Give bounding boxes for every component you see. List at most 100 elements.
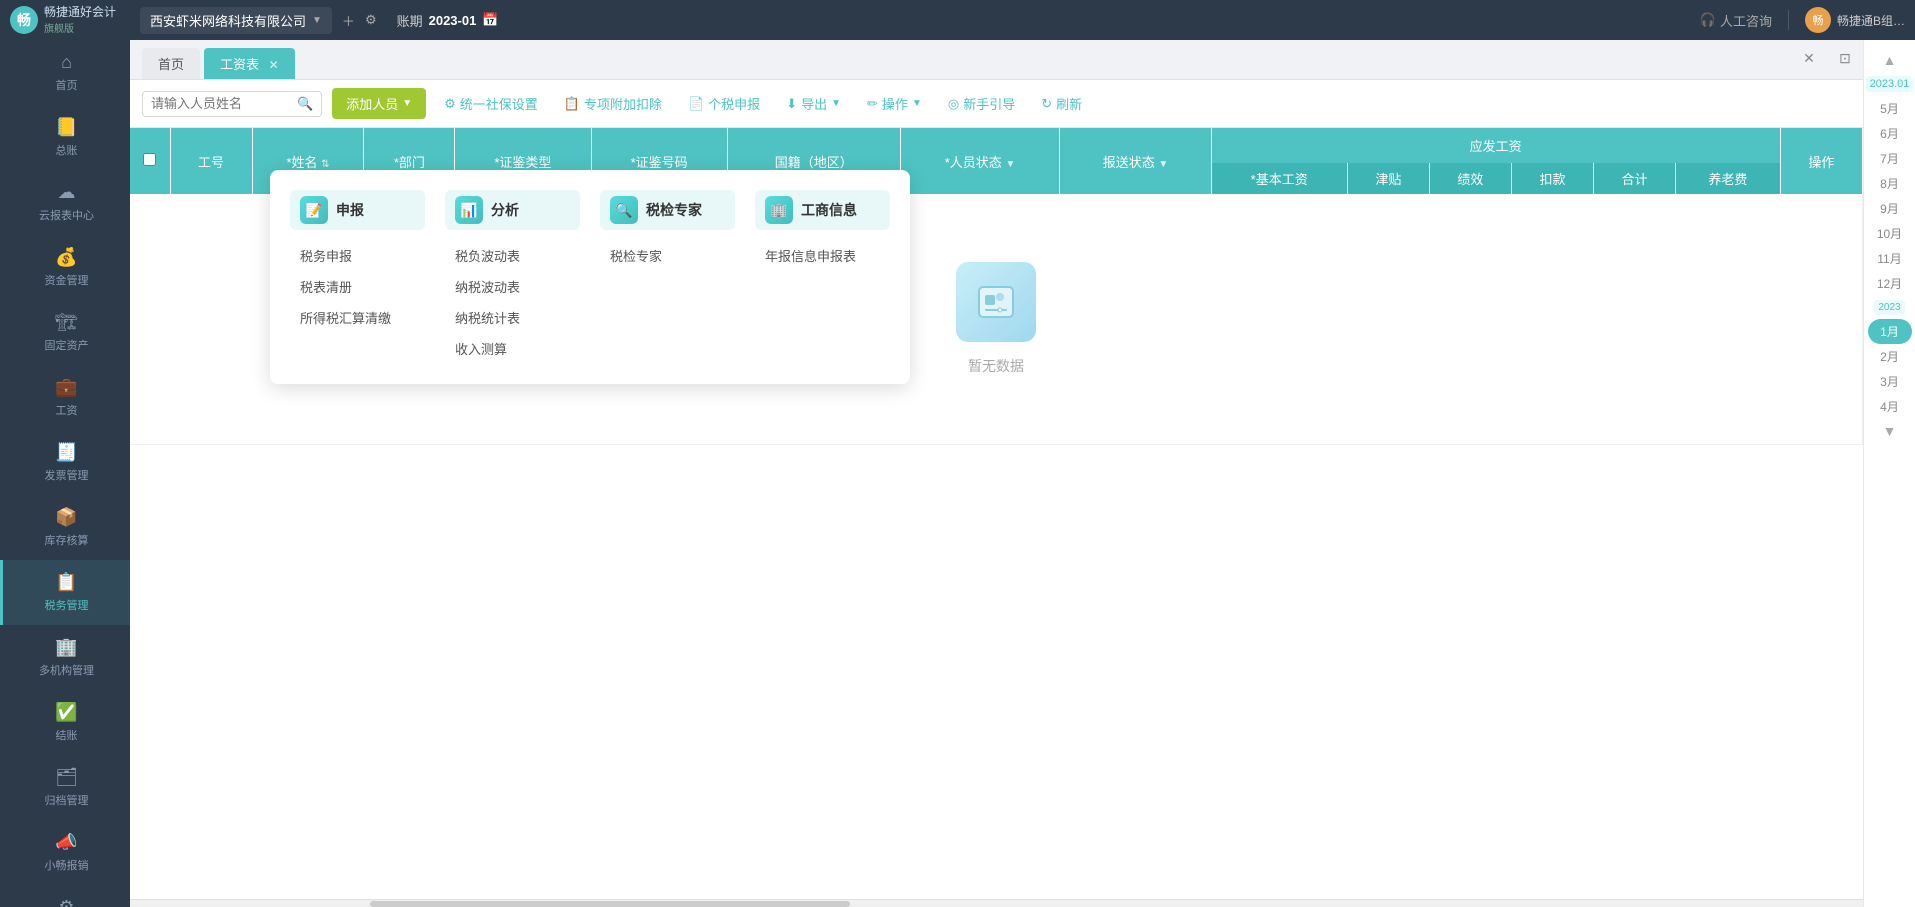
section-title-analysis: 📊 分析 — [445, 190, 580, 230]
refresh-btn[interactable]: ↻ 刷新 — [1033, 90, 1090, 117]
analysis-icon: 📊 — [455, 196, 483, 224]
empty-text: 暂无数据 — [968, 356, 1024, 376]
th-operate: 操作 — [1780, 128, 1862, 194]
ledger-icon: 📒 — [55, 117, 77, 138]
section-title-business-info: 🏢 工商信息 — [755, 190, 890, 230]
section-title-tax-expert: 🔍 税检专家 — [600, 190, 735, 230]
tab-close-icon[interactable]: ✕ — [269, 58, 279, 72]
sidebar-item-invoice[interactable]: 🧾 发票管理 — [0, 430, 130, 495]
operate-btn[interactable]: ✏ 操作 ▼ — [859, 90, 930, 117]
operate-icon: ✏ — [867, 96, 878, 112]
close-button[interactable]: ✕ — [1791, 40, 1827, 76]
sidebar-item-archive[interactable]: 🗂 归档管理 — [0, 755, 130, 820]
period-label: 账期 — [397, 11, 423, 30]
th-status: *人员状态 ▼ — [900, 128, 1060, 194]
sidebar-item-inventory[interactable]: 📦 库存核算 — [0, 495, 130, 560]
sidebar-item-home[interactable]: ⌂ 首页 — [0, 40, 130, 105]
tab-home[interactable]: 首页 — [142, 48, 200, 79]
menu-item-tax-statistics[interactable]: 纳税统计表 — [445, 302, 580, 333]
guide-icon: ◎ — [948, 96, 959, 112]
dropdown-section-analysis: 📊 分析 税负波动表 纳税波动表 纳税统计表 收入测算 — [445, 190, 580, 364]
app-sub: 旗舰版 — [44, 20, 116, 35]
sidebar-item-fund[interactable]: 💰 资金管理 — [0, 235, 130, 300]
tax-icon: 📋 — [55, 572, 77, 593]
sidebar-item-tax[interactable]: 📋 税务管理 — [0, 560, 130, 625]
support-btn[interactable]: 🎧 人工咨询 — [1700, 11, 1772, 30]
timeline-month-12[interactable]: 12月 — [1868, 271, 1912, 296]
sidebar-item-fixed-asset[interactable]: 🏗 固定资产 — [0, 300, 130, 365]
scrollbar-thumb — [370, 901, 850, 907]
sidebar-item-basic[interactable]: ⚙ 基础设置 — [0, 885, 130, 907]
export-btn[interactable]: ⬇ 导出 ▼ — [778, 90, 849, 117]
sidebar-item-multi-org[interactable]: 🏢 多机构管理 — [0, 625, 130, 690]
th-allowance: 津贴 — [1347, 163, 1429, 194]
menu-item-income-tax-settle[interactable]: 所得税汇算清缴 — [290, 302, 425, 333]
special-deduction-btn[interactable]: 📋 专项附加扣除 — [556, 90, 670, 117]
sidebar-label-ledger: 总账 — [56, 142, 78, 158]
status-filter-icon[interactable]: ▼ — [1005, 159, 1015, 170]
sidebar-label-settle: 结账 — [56, 727, 78, 743]
timeline-month-11[interactable]: 11月 — [1868, 246, 1912, 271]
timeline-month-7[interactable]: 7月 — [1868, 146, 1912, 171]
sidebar-item-payroll[interactable]: 💼 工资 — [0, 365, 130, 430]
menu-item-tax-table[interactable]: 税表清册 — [290, 271, 425, 302]
app-name: 畅捷通好会计 — [44, 5, 116, 19]
timeline-down-btn[interactable]: ▼ — [1879, 419, 1901, 443]
settings-btn[interactable]: ⚙ — [365, 12, 377, 28]
timeline-month-9[interactable]: 9月 — [1868, 196, 1912, 221]
menu-item-tax-declaration[interactable]: 税务申报 — [290, 240, 425, 271]
timeline-month-10[interactable]: 10月 — [1868, 221, 1912, 246]
empty-icon — [956, 262, 1036, 342]
add-employee-btn[interactable]: 添加人员 ▼ — [332, 88, 426, 119]
sidebar-item-ledger[interactable]: 📒 总账 — [0, 105, 130, 170]
timeline-up-btn[interactable]: ▲ — [1879, 48, 1901, 72]
tax-return-btn[interactable]: 📄 个税申报 — [680, 90, 768, 117]
th-pension: 养老费 — [1676, 163, 1781, 194]
timeline-year-label-top: 2023.01 — [1866, 76, 1914, 92]
timeline-month-1[interactable]: 1月 — [1868, 319, 1912, 344]
sidebar-label-invoice: 发票管理 — [45, 467, 89, 483]
deduction-label: 专项附加扣除 — [584, 94, 662, 113]
sidebar-label-fund: 资金管理 — [45, 272, 89, 288]
timeline-month-2[interactable]: 2月 — [1868, 344, 1912, 369]
divider — [1788, 10, 1789, 30]
select-all-checkbox[interactable] — [143, 153, 156, 166]
calendar-icon[interactable]: 📅 — [482, 12, 498, 28]
sidebar-item-settle[interactable]: ✅ 结账 — [0, 690, 130, 755]
horizontal-scrollbar[interactable] — [130, 899, 1863, 907]
add-company-btn[interactable]: ＋ — [342, 11, 355, 30]
report-filter-icon[interactable]: ▼ — [1158, 159, 1168, 170]
sidebar-label-promotion: 小畅报销 — [45, 857, 89, 873]
tax-return-label: 个税申报 — [708, 94, 760, 113]
social-insurance-btn[interactable]: ⚙ 统一社保设置 — [436, 90, 546, 117]
timeline-month-8[interactable]: 8月 — [1868, 171, 1912, 196]
menu-item-tax-fluctuation[interactable]: 纳税波动表 — [445, 271, 580, 302]
th-checkbox[interactable] — [130, 128, 170, 194]
headset-icon: 🎧 — [1700, 12, 1716, 28]
basic-icon: ⚙ — [58, 897, 74, 907]
timeline-month-4[interactable]: 4月 — [1868, 394, 1912, 419]
inventory-icon: 📦 — [55, 507, 77, 528]
search-icon: 🔍 — [297, 96, 313, 112]
social-icon: ⚙ — [444, 96, 456, 112]
menu-item-annual-report[interactable]: 年报信息申报表 — [755, 240, 890, 271]
timeline-month-5[interactable]: 5月 — [1868, 96, 1912, 121]
guide-btn[interactable]: ◎ 新手引导 — [940, 90, 1023, 117]
company-selector[interactable]: 西安虾米网络科技有限公司 ▼ — [140, 7, 332, 34]
sidebar-item-cloud-report[interactable]: ☁ 云报表中心 — [0, 170, 130, 235]
search-input[interactable] — [151, 96, 291, 111]
section-title-declaration: 📝 申报 — [290, 190, 425, 230]
support-label: 人工咨询 — [1720, 11, 1772, 30]
period-display: 账期 2023-01 📅 — [397, 11, 499, 30]
user-info[interactable]: 畅 畅捷通B组… — [1805, 7, 1905, 33]
restore-button[interactable]: ⊡ — [1827, 40, 1863, 76]
tab-payroll[interactable]: 工资表 ✕ — [204, 48, 295, 79]
sidebar-item-promotion[interactable]: 📣 小畅报销 — [0, 820, 130, 885]
menu-item-tax-expert[interactable]: 税检专家 — [600, 240, 735, 271]
timeline-month-3[interactable]: 3月 — [1868, 369, 1912, 394]
name-sort-icon[interactable]: ⇅ — [321, 159, 329, 170]
top-bar: 畅 畅捷通好会计 旗舰版 西安虾米网络科技有限公司 ▼ ＋ ⚙ 账期 2023-… — [0, 0, 1915, 40]
menu-item-income-calc[interactable]: 收入测算 — [445, 333, 580, 364]
menu-item-tax-burden[interactable]: 税负波动表 — [445, 240, 580, 271]
timeline-month-6[interactable]: 6月 — [1868, 121, 1912, 146]
